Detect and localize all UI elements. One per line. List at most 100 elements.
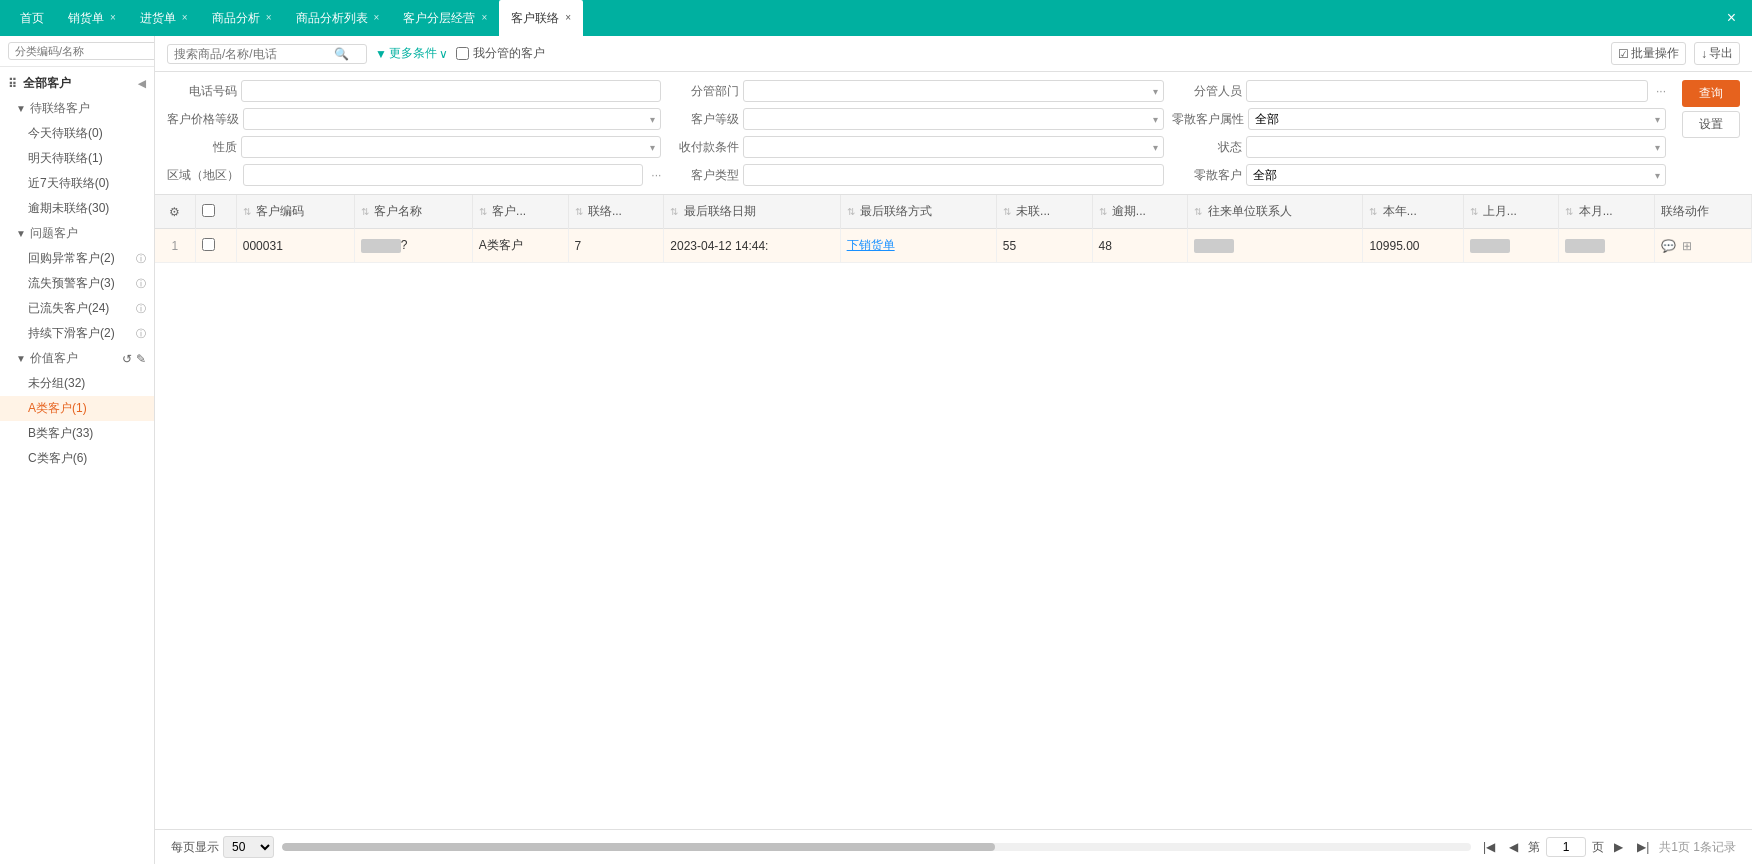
th-overdue[interactable]: ⇅ 逾期... [1092,195,1188,229]
nav-customer-contact[interactable]: 客户联络 × [499,0,583,36]
filter-phone: 电话号码 [167,80,661,102]
th-not-contact[interactable]: ⇅ 未联... [996,195,1092,229]
nav-product-analysis[interactable]: 商品分析 × [200,0,284,36]
sidebar-item-b-class[interactable]: B类客户(33) [0,421,154,446]
sidebar-item-repurchase-abnormal[interactable]: 回购异常客户(2) ⓘ [0,246,154,271]
region-dots[interactable]: ··· [651,168,661,182]
region-input[interactable] [243,164,643,186]
th-gear[interactable]: ⚙ [155,195,195,229]
filter-region: 区域（地区） ··· [167,164,661,186]
th-customer-code[interactable]: ⇅ 客户编码 [236,195,354,229]
last-page-btn[interactable]: ▶| [1633,840,1653,854]
nav-home[interactable]: 首页 [8,0,56,36]
sidebar-item-7days[interactable]: 近7天待联络(0) [0,171,154,196]
manager-dots[interactable]: ··· [1656,84,1666,98]
sidebar-item-overdue[interactable]: 逾期未联络(30) [0,196,154,221]
th-contact-count[interactable]: ⇅ 联络... [568,195,664,229]
select-all-checkbox[interactable] [202,204,215,217]
a-class-label: A类客户(1) [28,400,146,417]
td-checkbox [195,229,236,263]
sidebar-item-churned[interactable]: 已流失客户(24) ⓘ [0,296,154,321]
sidebar-item-churn-warning[interactable]: 流失预警客户(3) ⓘ [0,271,154,296]
page-input[interactable] [1546,837,1586,857]
th-this-month[interactable]: ⇅ 本月... [1559,195,1655,229]
problem-customer-group[interactable]: ▼ 问题客户 [0,221,154,246]
my-customer-checkbox-wrap[interactable]: 我分管的客户 [456,45,545,62]
sidebar-item-c-class[interactable]: C类客户(6) [0,446,154,471]
customer-level-select[interactable] [743,108,1163,130]
th-contact-person[interactable]: ⇅ 往来单位联系人 [1188,195,1363,229]
payment-label: 收付款条件 [669,139,739,156]
prev-page-btn[interactable]: ◀ [1505,840,1522,854]
sidebar-item-a-class[interactable]: A类客户(1) [0,396,154,421]
value-customer-group[interactable]: ▼ 价值客户 ↺ ✎ [0,346,154,371]
query-button[interactable]: 查询 [1682,80,1740,107]
main-search-icon[interactable]: 🔍 [334,47,349,61]
chevron-down-icon: ∨ [439,47,448,61]
refresh-icon[interactable]: ↺ [122,352,132,366]
sidebar-item-unclassified[interactable]: 未分组(32) [0,371,154,396]
settings-gear-icon[interactable]: ⚙ [169,205,180,219]
sidebar-search-input[interactable] [8,42,155,60]
th-customer-type[interactable]: ⇅ 客户... [472,195,568,229]
more-conditions-btn[interactable]: ▼ 更多条件 ∨ [375,45,448,62]
nav-close-purchase[interactable]: × [182,0,188,36]
customer-table: ⚙ ⇅ 客户编码 ⇅ 客户名称 [155,195,1752,263]
nav-purchase[interactable]: 进货单 × [128,0,200,36]
price-level-select[interactable] [243,108,661,130]
th-last-contact-date[interactable]: ⇅ 最后联络日期 [664,195,840,229]
th-this-year[interactable]: ⇅ 本年... [1363,195,1463,229]
phone-input[interactable] [241,80,661,102]
qr-icon[interactable]: ⊞ [1682,239,1692,253]
status-select[interactable] [1246,136,1666,158]
all-customers-header[interactable]: ⠿ 全部客户 ◀ [0,67,154,96]
sidebar-item-today[interactable]: 今天待联络(0) [0,121,154,146]
nav-close-sales[interactable]: × [110,0,116,36]
my-customer-checkbox[interactable] [456,47,469,60]
toolbar-right: ☑ 批量操作 ↓ 导出 [1611,42,1740,65]
filter-row-4: 区域（地区） ··· 客户类型 零散客户 全部 ▾ [167,164,1666,186]
manager-input[interactable] [1246,80,1648,102]
nav-close-product-analysis-list[interactable]: × [374,0,380,36]
batch-op-btn[interactable]: ☑ 批量操作 [1611,42,1686,65]
payment-wrap: ▾ [743,136,1163,158]
nav-product-analysis-list[interactable]: 商品分析列表 × [284,0,392,36]
th-customer-name[interactable]: ⇅ 客户名称 [354,195,472,229]
7days-label: 近7天待联络(0) [28,175,146,192]
first-page-btn[interactable]: |◀ [1479,840,1499,854]
scrollbar[interactable] [282,843,1471,851]
th-last-contact-method[interactable]: ⇅ 最后联络方式 [840,195,996,229]
settings-button[interactable]: 设置 [1682,111,1740,138]
main-search-input[interactable] [174,47,334,61]
th-last-month[interactable]: ⇅ 上月... [1463,195,1559,229]
nav-close-product-analysis[interactable]: × [266,0,272,36]
last-method-link[interactable]: 下销货单 [847,238,895,252]
row-checkbox[interactable] [202,238,215,251]
retail-select[interactable]: 全部 [1246,164,1666,186]
edit-icon[interactable]: ✎ [136,352,146,366]
filter-nature: 性质 ▾ [167,136,661,158]
td-overdue: 48 [1092,229,1188,263]
payment-select[interactable] [743,136,1163,158]
dept-select[interactable] [743,80,1163,102]
nature-select[interactable] [241,136,661,158]
nav-close-customer-contact[interactable]: × [565,0,571,36]
sidebar-item-declining[interactable]: 持续下滑客户(2) ⓘ [0,321,154,346]
td-name: ? [354,229,472,263]
export-btn[interactable]: ↓ 导出 [1694,42,1740,65]
pending-contact-group[interactable]: ▼ 待联络客户 [0,96,154,121]
nav-customer-tier[interactable]: 客户分层经营 × [391,0,499,36]
sidebar-item-tomorrow[interactable]: 明天待联络(1) [0,146,154,171]
nav-sales[interactable]: 销货单 × [56,0,128,36]
page-size-select[interactable]: 20 50 100 [223,836,274,858]
customer-type-label: 客户类型 [669,167,739,184]
next-page-btn[interactable]: ▶ [1610,840,1627,854]
close-all-btn[interactable]: × [1719,9,1744,27]
price-level-label: 客户价格等级 [167,111,239,128]
retail-attr-select[interactable]: 全部 [1248,108,1666,130]
sort-icon-notcontact: ⇅ [1003,206,1011,217]
collapse-sidebar-icon[interactable]: ◀ [138,78,146,89]
nav-close-customer-tier[interactable]: × [481,0,487,36]
message-icon[interactable]: 💬 [1661,239,1676,253]
customer-type-input[interactable] [743,164,1163,186]
